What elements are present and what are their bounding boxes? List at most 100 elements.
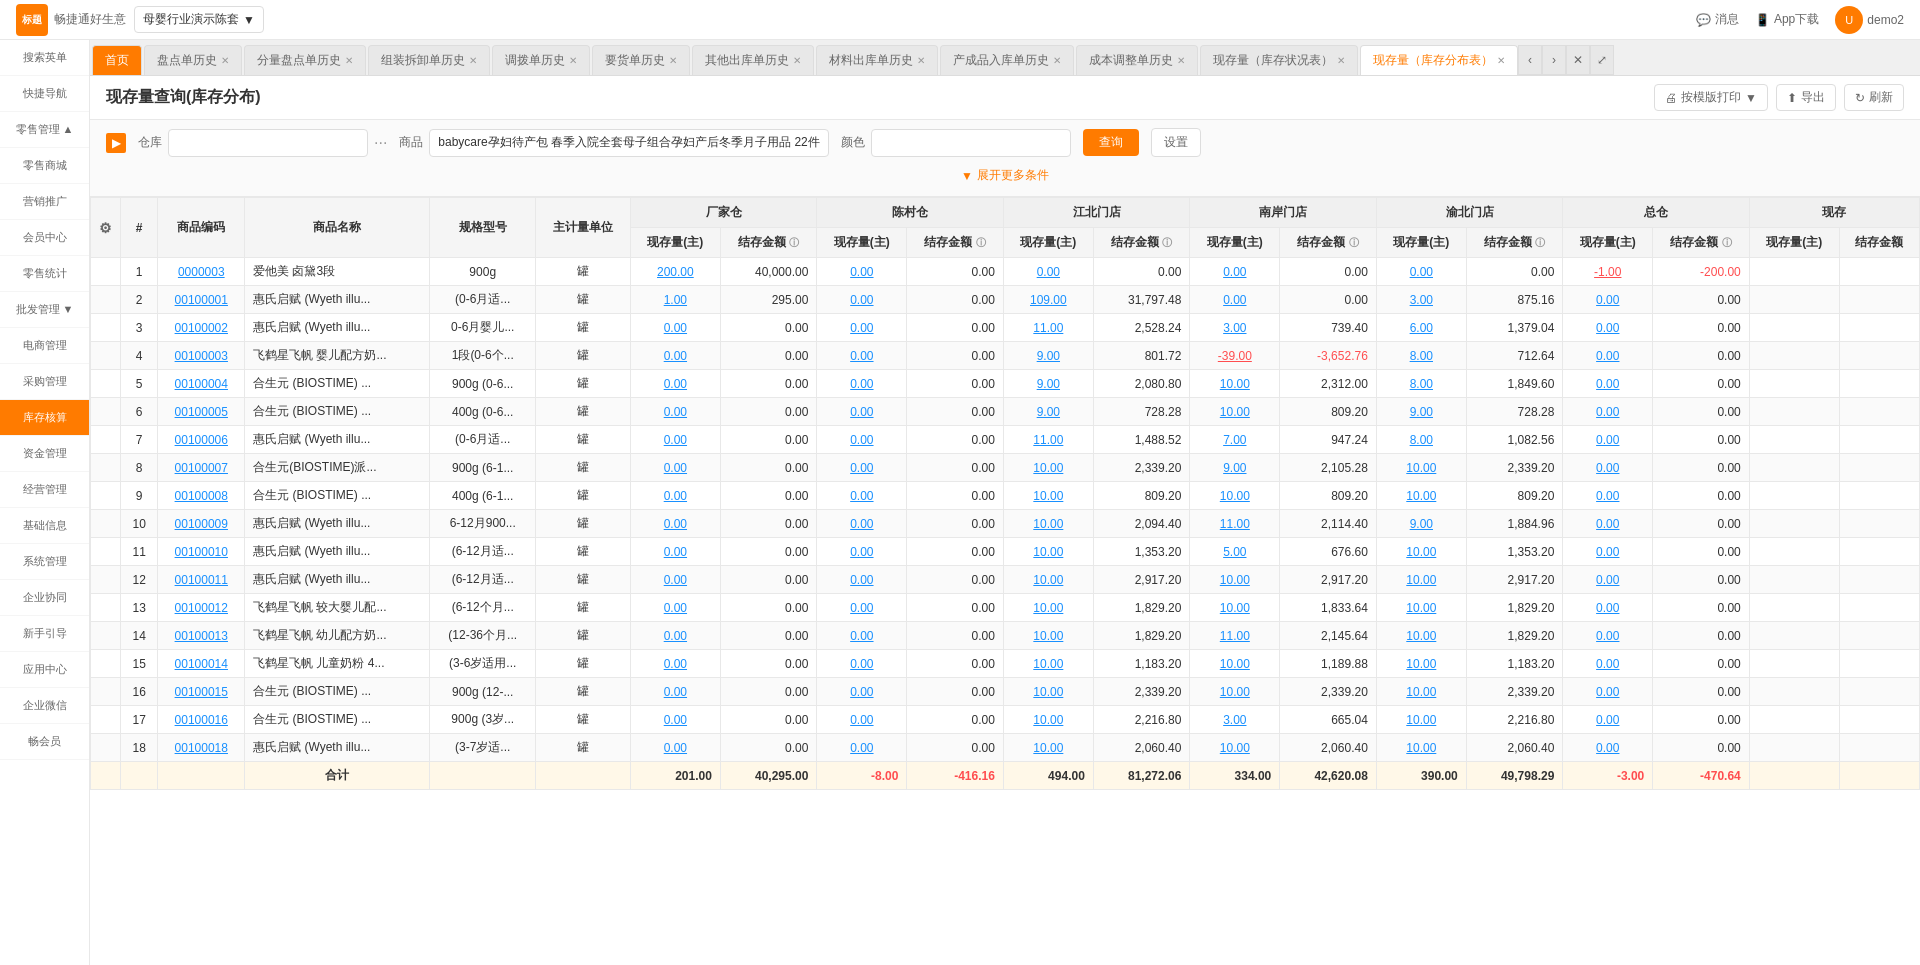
row-jb-stock[interactable]: 9.00 [1003, 370, 1093, 398]
sidebar-item-retail-stats[interactable]: 零售统计 [0, 256, 89, 292]
row-na-stock[interactable]: 10.00 [1190, 482, 1280, 510]
row-na-stock[interactable]: 10.00 [1190, 678, 1280, 706]
row-jb-stock[interactable]: 10.00 [1003, 650, 1093, 678]
sidebar-item-search[interactable]: 搜索英单 [0, 40, 89, 76]
info-icon[interactable]: ⓘ [976, 237, 986, 248]
row-t-stock[interactable]: -1.00 [1563, 258, 1653, 286]
row-yb-stock[interactable]: 3.00 [1376, 286, 1466, 314]
row-jb-stock[interactable]: 0.00 [1003, 258, 1093, 286]
row-code[interactable]: 00100011 [158, 566, 245, 594]
row-code[interactable]: 00100005 [158, 398, 245, 426]
color-input[interactable] [871, 129, 1071, 157]
close-icon[interactable]: ✕ [1177, 55, 1185, 66]
row-na-stock[interactable]: 3.00 [1190, 314, 1280, 342]
row-cw-stock[interactable]: 0.00 [817, 482, 907, 510]
row-t-stock[interactable]: 0.00 [1563, 342, 1653, 370]
row-code[interactable]: 00100006 [158, 426, 245, 454]
row-t-stock[interactable]: 0.00 [1563, 398, 1653, 426]
row-yb-stock[interactable]: 10.00 [1376, 538, 1466, 566]
close-icon[interactable]: ✕ [917, 55, 925, 66]
row-na-stock[interactable]: 7.00 [1190, 426, 1280, 454]
row-t-stock[interactable]: 0.00 [1563, 734, 1653, 762]
row-code[interactable]: 00100002 [158, 314, 245, 342]
row-na-stock[interactable]: 9.00 [1190, 454, 1280, 482]
row-na-stock[interactable]: 10.00 [1190, 650, 1280, 678]
close-icon[interactable]: ✕ [793, 55, 801, 66]
sidebar-item-retail-mgmt[interactable]: 零售管理 ▲ [0, 112, 89, 148]
sidebar-item-marketing[interactable]: 营销推广 [0, 184, 89, 220]
row-na-stock[interactable]: 5.00 [1190, 538, 1280, 566]
goods-input[interactable] [429, 129, 829, 157]
sidebar-item-wechat[interactable]: 企业微信 [0, 688, 89, 724]
row-code[interactable]: 00100018 [158, 734, 245, 762]
tab-stock-distribution[interactable]: 现存量（库存分布表） ✕ [1360, 45, 1518, 75]
row-t-stock[interactable]: 0.00 [1563, 594, 1653, 622]
row-yb-stock[interactable]: 0.00 [1376, 258, 1466, 286]
row-fw-stock[interactable]: 0.00 [630, 398, 720, 426]
row-cw-stock[interactable]: 0.00 [817, 398, 907, 426]
row-cw-stock[interactable]: 0.00 [817, 314, 907, 342]
row-na-stock[interactable]: 10.00 [1190, 370, 1280, 398]
sidebar-item-operations[interactable]: 经营管理 [0, 472, 89, 508]
row-fw-stock[interactable]: 0.00 [630, 678, 720, 706]
row-code[interactable]: 00100015 [158, 678, 245, 706]
info-icon[interactable]: ⓘ [1722, 237, 1732, 248]
sidebar-item-ecommerce[interactable]: 电商管理 [0, 328, 89, 364]
row-t-stock[interactable]: 0.00 [1563, 566, 1653, 594]
row-yb-stock[interactable]: 10.00 [1376, 622, 1466, 650]
row-jb-stock[interactable]: 10.00 [1003, 594, 1093, 622]
row-jb-stock[interactable]: 10.00 [1003, 678, 1093, 706]
query-button[interactable]: 查询 [1083, 129, 1139, 156]
sidebar-item-inventory[interactable]: 库存核算 [0, 400, 89, 436]
row-fw-stock[interactable]: 0.00 [630, 426, 720, 454]
close-icon[interactable]: ✕ [1497, 55, 1505, 66]
info-icon[interactable]: ⓘ [789, 237, 799, 248]
row-jb-stock[interactable]: 9.00 [1003, 342, 1093, 370]
row-cw-stock[interactable]: 0.00 [817, 678, 907, 706]
row-cw-stock[interactable]: 0.00 [817, 622, 907, 650]
row-yb-stock[interactable]: 9.00 [1376, 510, 1466, 538]
row-code[interactable]: 00100013 [158, 622, 245, 650]
row-cw-stock[interactable]: 0.00 [817, 510, 907, 538]
row-cw-stock[interactable]: 0.00 [817, 342, 907, 370]
refresh-button[interactable]: ↻ 刷新 [1844, 84, 1904, 111]
row-cw-stock[interactable]: 0.00 [817, 734, 907, 762]
row-yb-stock[interactable]: 10.00 [1376, 650, 1466, 678]
row-jb-stock[interactable]: 10.00 [1003, 566, 1093, 594]
tab-sub-stocktaking[interactable]: 分量盘点单历史 ✕ [244, 45, 366, 75]
row-code[interactable]: 00100008 [158, 482, 245, 510]
row-t-stock[interactable]: 0.00 [1563, 426, 1653, 454]
row-t-stock[interactable]: 0.00 [1563, 482, 1653, 510]
row-code[interactable]: 00100012 [158, 594, 245, 622]
row-jb-stock[interactable]: 11.00 [1003, 314, 1093, 342]
row-fw-stock[interactable]: 0.00 [630, 594, 720, 622]
row-jb-stock[interactable]: 11.00 [1003, 426, 1093, 454]
row-t-stock[interactable]: 0.00 [1563, 538, 1653, 566]
message-action[interactable]: 💬 消息 [1696, 11, 1739, 28]
close-icon[interactable]: ✕ [469, 55, 477, 66]
info-icon[interactable]: ⓘ [1535, 237, 1545, 248]
row-fw-stock[interactable]: 0.00 [630, 510, 720, 538]
tab-other-outbound[interactable]: 其他出库单历史 ✕ [692, 45, 814, 75]
tab-close-all-btn[interactable]: ✕ [1566, 45, 1590, 75]
warehouse-input[interactable] [168, 129, 368, 157]
row-cw-stock[interactable]: 0.00 [817, 426, 907, 454]
row-fw-stock[interactable]: 0.00 [630, 370, 720, 398]
row-cw-stock[interactable]: 0.00 [817, 566, 907, 594]
close-icon[interactable]: ✕ [345, 55, 353, 66]
row-na-stock[interactable]: 11.00 [1190, 622, 1280, 650]
row-code[interactable]: 00100014 [158, 650, 245, 678]
row-t-stock[interactable]: 0.00 [1563, 454, 1653, 482]
close-icon[interactable]: ✕ [1053, 55, 1061, 66]
row-cw-stock[interactable]: 0.00 [817, 286, 907, 314]
row-jb-stock[interactable]: 10.00 [1003, 538, 1093, 566]
industry-selector[interactable]: 母婴行业演示陈套 ▼ [134, 6, 264, 33]
tab-expand-btn[interactable]: ⤢ [1590, 45, 1614, 75]
row-yb-stock[interactable]: 10.00 [1376, 678, 1466, 706]
tab-transfer[interactable]: 调拨单历史 ✕ [492, 45, 590, 75]
row-fw-stock[interactable]: 0.00 [630, 342, 720, 370]
row-yb-stock[interactable]: 10.00 [1376, 482, 1466, 510]
row-fw-stock[interactable]: 0.00 [630, 566, 720, 594]
tab-product-inbound[interactable]: 产成品入库单历史 ✕ [940, 45, 1074, 75]
row-jb-stock[interactable]: 10.00 [1003, 622, 1093, 650]
